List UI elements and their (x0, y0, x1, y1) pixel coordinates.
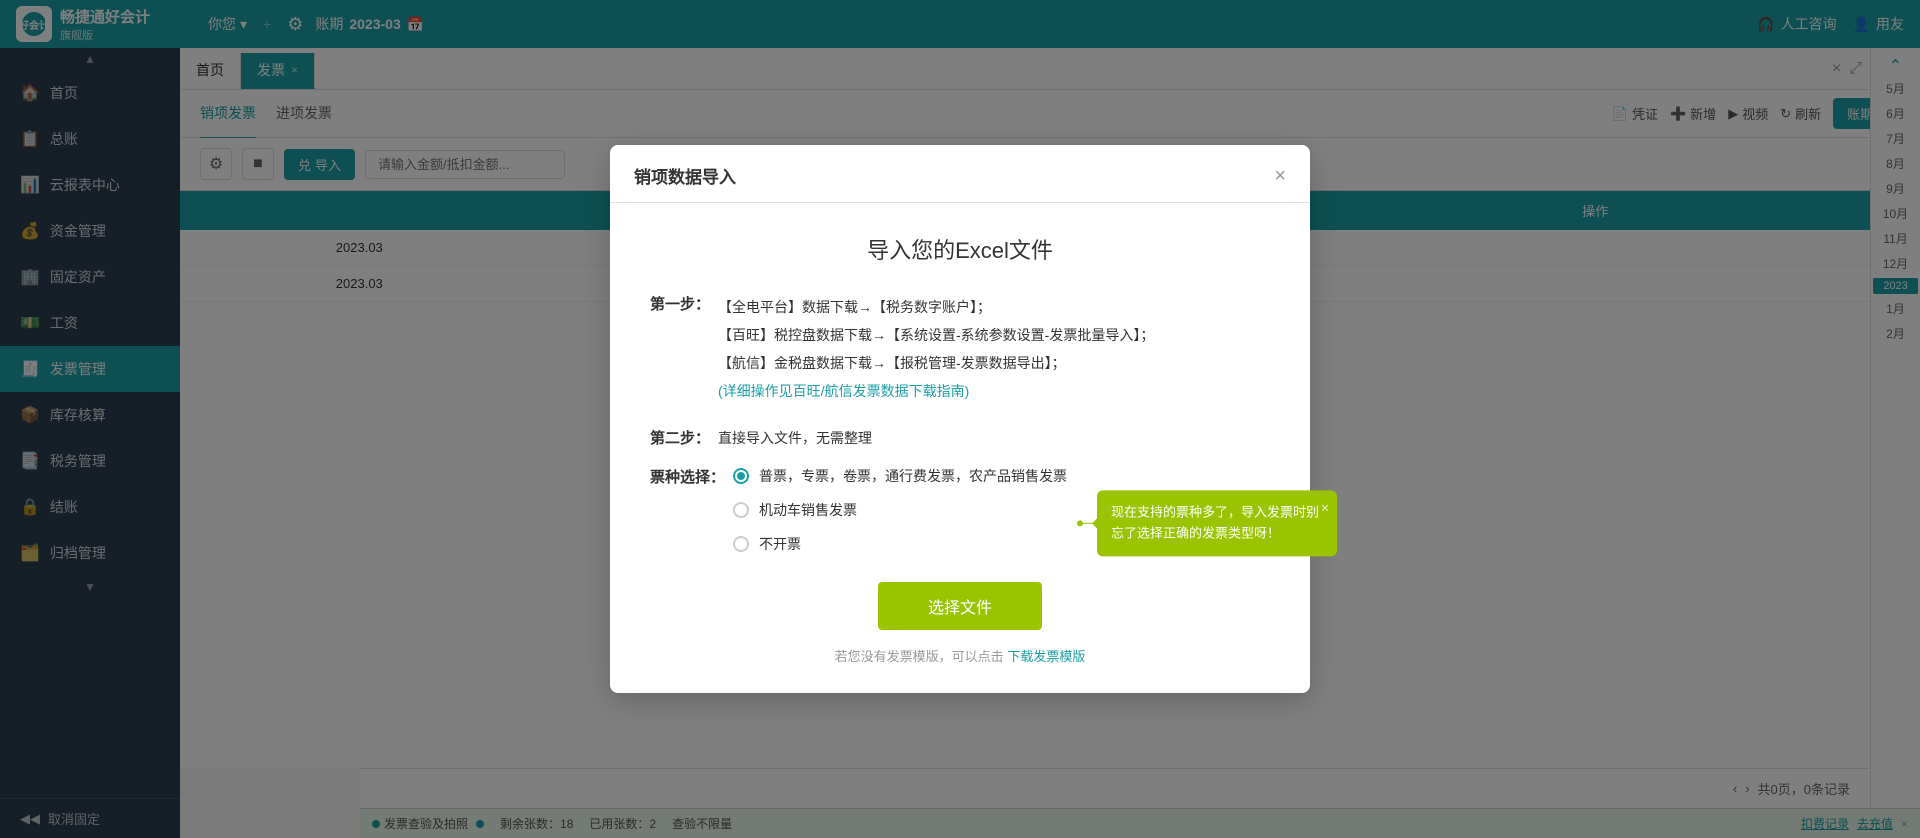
modal-footer: 选择文件 若您没有发票模版，可以点击 下载发票模版 (610, 582, 1310, 693)
radio-circle-normal (733, 468, 749, 484)
step1-label: 第一步： (650, 293, 710, 314)
modal-body: 导入您的Excel文件 第一步： 【全电平台】数据下载→【税务数字账户】； 【百… (610, 203, 1310, 582)
step2-content: 直接导入文件，无需整理 (718, 427, 872, 448)
download-template-text: 若您没有发票模版，可以点击 下载发票模版 (835, 646, 1086, 665)
modal-title: 销项数据导入 (634, 163, 736, 188)
download-template-link[interactable]: 下载发票模版 (1007, 649, 1085, 664)
modal-main-title: 导入您的Excel文件 (650, 233, 1270, 265)
modal-overlay[interactable]: 销项数据导入 × 导入您的Excel文件 第一步： 【全电平台】数据下载→【税务… (0, 0, 1920, 838)
radio-group: 普票，专票，卷票，通行费发票，农产品销售发票 机动车销售发票 (733, 466, 1067, 554)
import-modal: 销项数据导入 × 导入您的Excel文件 第一步： 【全电平台】数据下载→【税务… (610, 145, 1310, 693)
radio-notissued-label: 不开票 (759, 534, 801, 554)
step2-label: 第二步： (650, 427, 710, 448)
modal-close-btn[interactable]: × (1274, 166, 1286, 186)
ticket-selection: 票种选择： 普票，专票，卷票，通行费发票，农产品销售发票 机动车销售 (650, 466, 1270, 554)
radio-normal[interactable]: 普票，专票，卷票，通行费发票，农产品销售发票 (733, 466, 1067, 486)
download-guide-link[interactable]: (详细操作见百旺/航信发票数据下载指南) (718, 383, 969, 399)
tooltip-text: 现在支持的票种多了，导入发票时别忘了选择正确的发票类型呀！ (1111, 504, 1319, 540)
step2: 第二步： 直接导入文件，无需整理 (650, 427, 1270, 448)
tooltip-close-btn[interactable]: × (1321, 496, 1329, 518)
radio-circle-vehicle (733, 502, 749, 518)
radio-normal-label: 普票，专票，卷票，通行费发票，农产品销售发票 (759, 466, 1067, 486)
radio-vehicle-label: 机动车销售发票 (759, 500, 857, 520)
step1: 第一步： 【全电平台】数据下载→【税务数字账户】； 【百旺】税控盘数据下载→【系… (650, 293, 1270, 405)
radio-notissued[interactable]: 不开票 (733, 534, 1067, 554)
select-file-btn[interactable]: 选择文件 (878, 582, 1042, 630)
radio-circle-notissued (733, 536, 749, 552)
ticket-label: 票种选择： (650, 466, 725, 487)
step1-content: 【全电平台】数据下载→【税务数字账户】； 【百旺】税控盘数据下载→【系统设置-系… (718, 293, 1154, 405)
modal-header: 销项数据导入 × (610, 145, 1310, 203)
tooltip-container: × 现在支持的票种多了，导入发票时别忘了选择正确的发票类型呀！ (1097, 490, 1337, 556)
tooltip-box: × 现在支持的票种多了，导入发票时别忘了选择正确的发票类型呀！ (1097, 490, 1337, 556)
radio-vehicle[interactable]: 机动车销售发票 × 现在支持的票种多了，导入发票时别忘了选择正确的发票类型呀！ (733, 500, 1067, 520)
